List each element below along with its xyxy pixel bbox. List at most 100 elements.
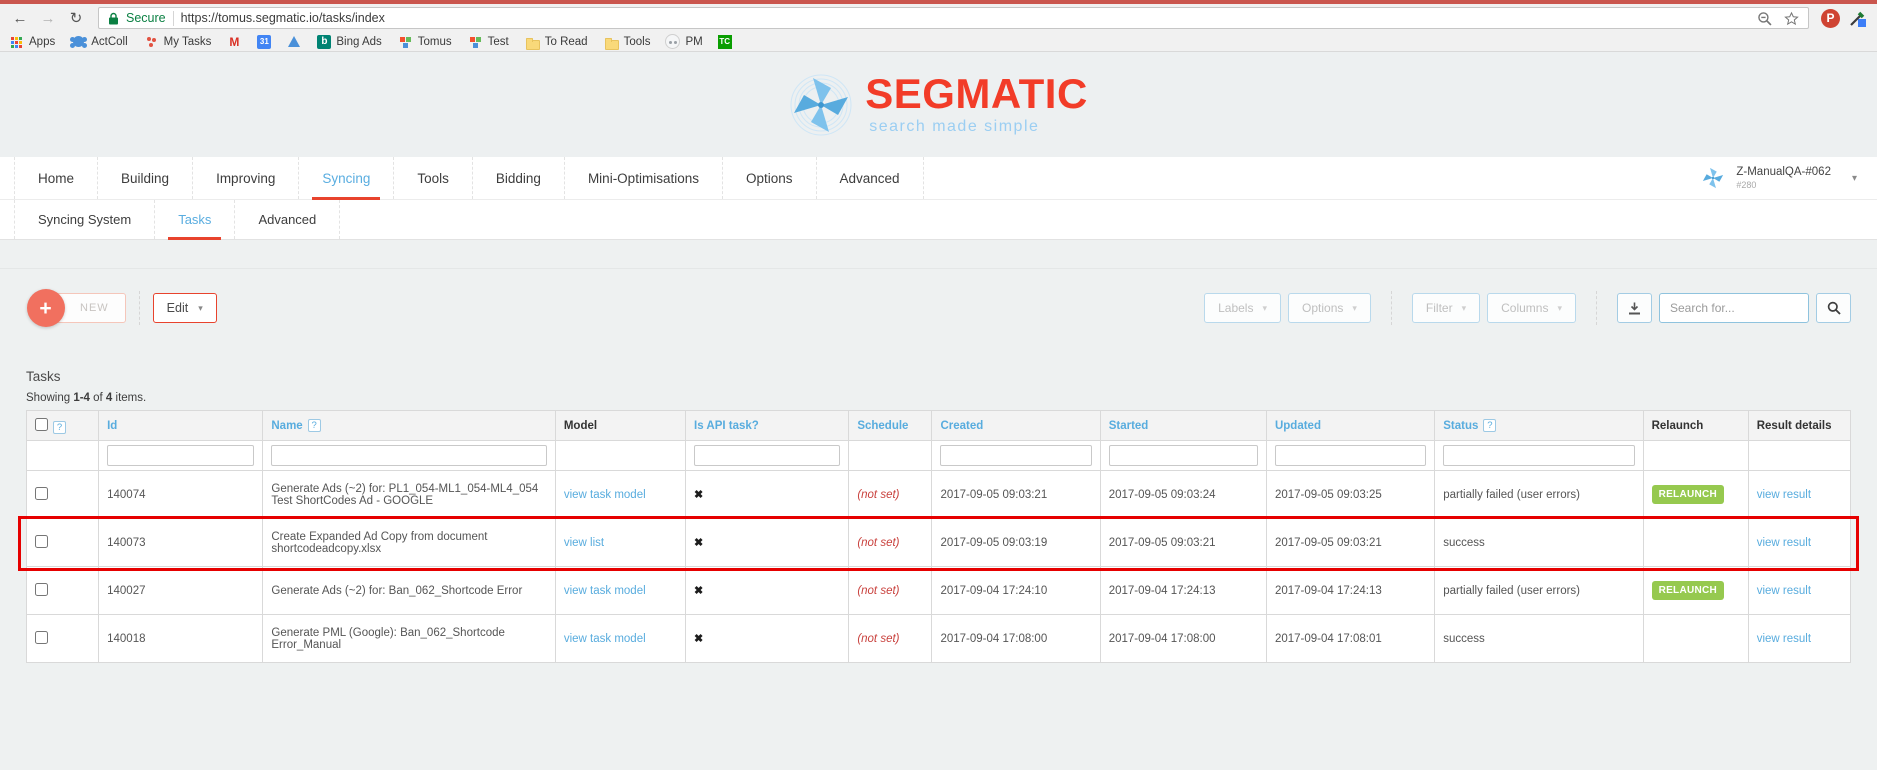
cross-icon: ✖: [694, 489, 704, 501]
view-result-link[interactable]: view result: [1757, 585, 1811, 597]
nav-item-building[interactable]: Building: [97, 157, 192, 199]
search-icon: [1827, 301, 1841, 315]
labels-dropdown[interactable]: Labels ▾: [1204, 293, 1282, 323]
columns-dropdown[interactable]: Columns ▾: [1487, 293, 1576, 323]
row-checkbox[interactable]: [35, 486, 48, 500]
bookmark-star-icon[interactable]: [1784, 11, 1799, 26]
bookmark-tomus[interactable]: Tomus: [397, 34, 452, 50]
nav-item-improving[interactable]: Improving: [192, 157, 298, 199]
brand-tagline: search made simple: [869, 118, 1040, 135]
column-header-updated[interactable]: Updated: [1265, 410, 1436, 441]
nav-item-mini-optimisations[interactable]: Mini-Optimisations: [563, 157, 722, 199]
p-extension-icon[interactable]: P: [1821, 8, 1840, 28]
nav-item-bidding[interactable]: Bidding: [471, 157, 564, 199]
bookmark-tools[interactable]: Tools: [603, 34, 650, 50]
model-link[interactable]: view task model: [564, 489, 646, 501]
options-dropdown[interactable]: Options ▾: [1288, 293, 1371, 323]
column-header-name[interactable]: Name: [262, 410, 556, 441]
colorpicker-extension-icon[interactable]: [1848, 9, 1867, 28]
tasks-section: Tasks Showing 1-4 of 4 items. Id Name Mode…: [18, 369, 1859, 663]
help-icon[interactable]: [53, 420, 66, 434]
view-result-link[interactable]: view result: [1757, 537, 1811, 549]
column-header-id[interactable]: Id: [98, 410, 264, 441]
column-header-is_api[interactable]: Is API task?: [685, 410, 850, 441]
plus-icon[interactable]: [27, 289, 65, 327]
subnav-item-tasks[interactable]: Tasks: [154, 200, 234, 240]
cell-status: partially failed (user errors): [1434, 566, 1644, 615]
column-header-created[interactable]: Created: [931, 410, 1101, 441]
edit-dropdown[interactable]: Edit ▾: [152, 293, 217, 323]
user-avatar: [1699, 164, 1728, 192]
search-input[interactable]: [1670, 301, 1798, 315]
column-label: Is API task?: [694, 419, 759, 432]
nav-item-home[interactable]: Home: [14, 157, 97, 199]
filter-input-started[interactable]: [1108, 445, 1258, 466]
new-task-button[interactable]: NEW: [27, 289, 126, 327]
avatar-pinwheel-icon: [1703, 167, 1724, 189]
search-button[interactable]: [1816, 293, 1851, 323]
subnav-item-syncing-system[interactable]: Syncing System: [14, 200, 154, 239]
column-header-status[interactable]: Status: [1434, 410, 1644, 441]
help-icon[interactable]: [307, 419, 321, 432]
browser-forward-button[interactable]: →: [38, 11, 58, 26]
user-menu[interactable]: Z-ManualQA-#062 #280 ▾: [1699, 157, 1863, 199]
select-all-checkbox[interactable]: [35, 417, 48, 431]
cell-schedule: (not set): [848, 518, 933, 567]
model-link[interactable]: view task model: [564, 585, 646, 597]
site-header: SEGMATIC search made simple: [0, 52, 1877, 157]
bookmark-apps[interactable]: Apps: [8, 34, 55, 50]
cell-select: [25, 566, 100, 615]
filter-input-is_api[interactable]: [694, 445, 841, 466]
calendar-31-icon: [257, 34, 272, 49]
nav-item-options[interactable]: Options: [721, 157, 816, 199]
bookmark-gmail[interactable]: [226, 34, 242, 50]
browser-window: ← → ↻ Secure https://tomus.segmatic.io/t…: [0, 0, 1877, 770]
address-bar[interactable]: Secure https://tomus.segmatic.io/tasks/i…: [98, 7, 1809, 29]
bookmark-actcoll[interactable]: ActColl: [70, 34, 127, 50]
filter-dropdown[interactable]: Filter ▾: [1411, 293, 1481, 323]
dropdown-label: Filter: [1425, 301, 1453, 315]
column-header-schedule[interactable]: Schedule: [848, 410, 933, 441]
bookmark-blue-triangle[interactable]: [286, 34, 302, 50]
bookmark-label: Apps: [29, 35, 56, 48]
bookmark-pm[interactable]: PM: [665, 34, 703, 49]
zoom-out-icon[interactable]: [1757, 11, 1772, 26]
nav-item-advanced[interactable]: Advanced: [815, 157, 924, 199]
header-row: Id Name Model Is API task? Schedule Created St…: [25, 410, 1852, 441]
bookmark-calendar-31[interactable]: [257, 34, 272, 49]
view-result-link[interactable]: view result: [1757, 633, 1811, 645]
model-link[interactable]: view task model: [564, 633, 646, 645]
filter-cell-id: [98, 440, 264, 471]
relaunch-button[interactable]: RELAUNCH: [1651, 485, 1725, 504]
model-link[interactable]: view list: [564, 537, 604, 549]
filter-input-name[interactable]: [271, 445, 547, 466]
dropdown-label: Labels: [1218, 301, 1254, 315]
nav-item-tools[interactable]: Tools: [393, 157, 472, 199]
search-box: [1659, 293, 1809, 323]
filter-input-created[interactable]: [940, 445, 1092, 466]
nav-item-syncing[interactable]: Syncing: [298, 157, 393, 200]
bookmark-bing-ads[interactable]: Bing Ads: [317, 34, 382, 49]
help-icon[interactable]: [1483, 419, 1497, 432]
filter-input-id[interactable]: [107, 445, 255, 466]
url-text: https://tomus.segmatic.io/tasks/index: [180, 11, 385, 25]
subnav-item-advanced[interactable]: Advanced: [234, 200, 341, 239]
browser-reload-button[interactable]: ↻: [66, 11, 86, 26]
bookmark-my-tasks[interactable]: My Tasks: [143, 34, 211, 50]
section-title: Tasks: [26, 369, 61, 384]
view-result-link[interactable]: view result: [1757, 489, 1811, 501]
panel-divider: [0, 268, 1877, 269]
export-download-button[interactable]: [1617, 293, 1652, 323]
filter-input-updated[interactable]: [1274, 445, 1427, 466]
column-header-started[interactable]: Started: [1099, 410, 1267, 441]
cell-name: Generate PML (Google): Ban_062_Shortcode…: [262, 614, 556, 663]
relaunch-button[interactable]: RELAUNCH: [1651, 581, 1725, 600]
filter-input-status[interactable]: [1443, 445, 1635, 466]
row-checkbox[interactable]: [35, 534, 48, 548]
bookmark-techcrunch[interactable]: [717, 34, 732, 49]
row-checkbox[interactable]: [35, 582, 48, 596]
bookmark-to-read[interactable]: To Read: [524, 34, 588, 50]
row-checkbox[interactable]: [35, 630, 48, 644]
bookmark-test[interactable]: Test: [467, 34, 509, 50]
browser-back-button[interactable]: ←: [10, 11, 30, 26]
